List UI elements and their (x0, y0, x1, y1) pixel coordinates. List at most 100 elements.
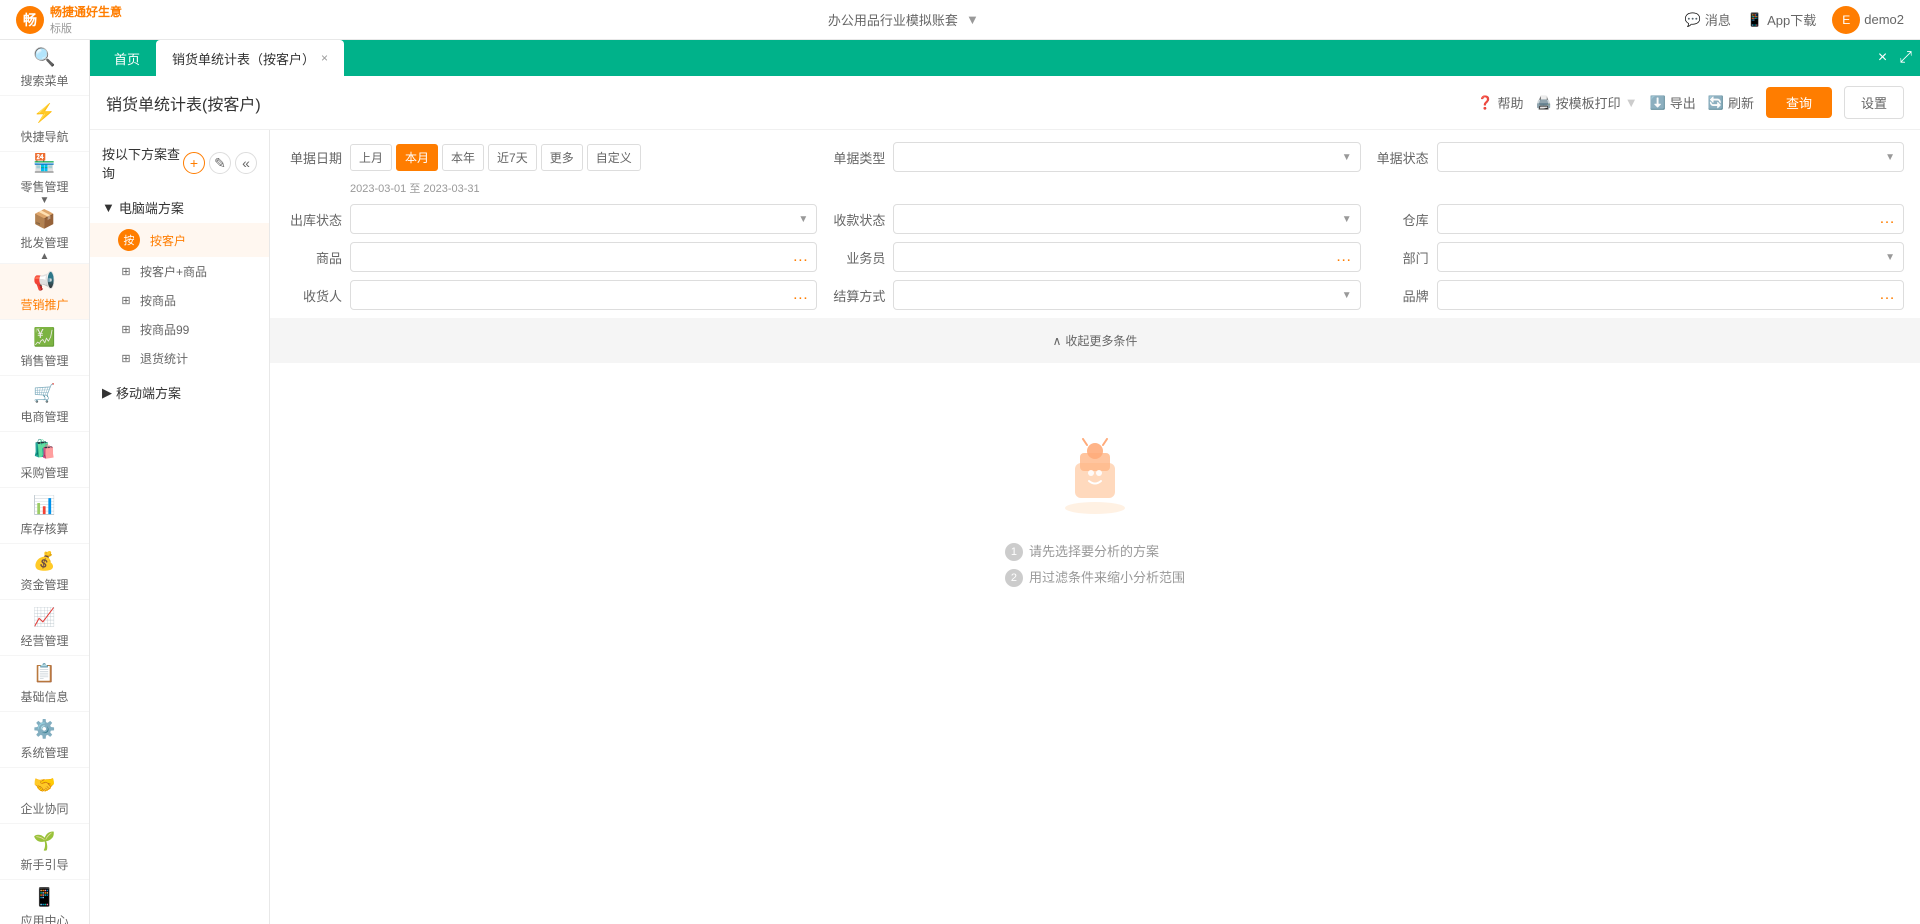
bill-status-select[interactable]: ▼ (1437, 142, 1904, 172)
sidebar-item-basic[interactable]: 📋 基础信息 (0, 656, 89, 712)
date-this-month[interactable]: 本月 (396, 144, 438, 171)
logo-text: 畅捷通好生意 标版 (50, 3, 122, 36)
sidebar-item-marketing[interactable]: 📢 营销推广 (0, 264, 89, 320)
sidebar-item-wholesale[interactable]: 📦 批发管理 ▲ (0, 208, 89, 264)
product-dots[interactable]: … (792, 248, 808, 266)
avatar: E (1832, 6, 1860, 34)
logo-icon: 畅 (16, 6, 44, 34)
sidebar-item-finance[interactable]: 💰 资金管理 (0, 544, 89, 600)
sidebar-item-operation[interactable]: 📈 经营管理 (0, 600, 89, 656)
filter-warehouse: 仓库 … (1373, 204, 1904, 234)
logo-area: 畅 畅捷通好生意 标版 (16, 3, 122, 36)
filter-bill-status: 单据状态 ▼ (1373, 142, 1904, 172)
date-last-month[interactable]: 上月 (350, 144, 392, 171)
help-icon: ❓ (1477, 95, 1493, 111)
tab-active[interactable]: 销货单统计表（按客户） × (156, 40, 344, 76)
refresh-button[interactable]: 🔄 刷新 (1708, 93, 1754, 112)
date-custom[interactable]: 自定义 (587, 144, 641, 171)
industry-arrow[interactable]: ▼ (966, 12, 979, 27)
industry-label: 办公用品行业模拟账套 (828, 10, 958, 29)
empty-illustration (1045, 423, 1145, 523)
sidebar-item-inventory[interactable]: 📊 库存核算 (0, 488, 89, 544)
scheme-group-mobile-header[interactable]: ▶ 移动端方案 (90, 377, 269, 408)
scheme-item-icon: ⊞ (118, 322, 134, 338)
receiver-dots[interactable]: … (792, 286, 808, 304)
sidebar-item-appcenter[interactable]: 📱 应用中心 (0, 880, 89, 924)
sidebar-item-retail[interactable]: 🏪 零售管理 ▼ (0, 152, 89, 208)
bill-type-select[interactable]: ▼ (893, 142, 1360, 172)
scheme-add-button[interactable]: + (183, 152, 205, 174)
system-icon: ⚙️ (33, 719, 55, 740)
warehouse-label: 仓库 (1373, 210, 1429, 229)
sidebar-item-ecommerce[interactable]: 🛒 电商管理 (0, 376, 89, 432)
scheme-group-desktop-header[interactable]: ▼ 电脑端方案 (90, 192, 269, 223)
scheme-item-icon: ⊞ (118, 293, 134, 309)
quicknav-icon: ⚡ (33, 103, 55, 124)
collapse-button[interactable]: ∧ 收起更多条件 (276, 324, 1914, 357)
brand-select[interactable]: … (1437, 280, 1904, 310)
settings-button[interactable]: 设置 (1844, 86, 1904, 119)
brand-label: 品牌 (1373, 286, 1429, 305)
filter-product: 商品 … (286, 242, 817, 272)
window-close-icon[interactable]: × (1878, 49, 1887, 67)
filter-dept: 部门 ▼ (1373, 242, 1904, 272)
payment-select[interactable]: ▼ (893, 280, 1360, 310)
date-more[interactable]: 更多 (541, 144, 583, 171)
sidebar-item-enterprise[interactable]: 🤝 企业协同 (0, 768, 89, 824)
scheme-item-by-product[interactable]: ⊞ 按商品 (90, 286, 269, 315)
warehouse-dots[interactable]: … (1879, 210, 1895, 228)
user-menu[interactable]: E demo2 (1832, 6, 1904, 34)
topbar-center: 办公用品行业模拟账套 ▼ (828, 10, 979, 29)
out-status-select[interactable]: ▼ (350, 204, 817, 234)
scheme-item-by-customer-product[interactable]: ⊞ 按客户+商品 (90, 257, 269, 286)
warehouse-select[interactable]: … (1437, 204, 1904, 234)
scheme-collapse-button[interactable]: « (235, 152, 257, 174)
receipt-status-label: 收款状态 (829, 210, 885, 229)
scheme-edit-button[interactable]: ✎ (209, 152, 231, 174)
receiver-label: 收货人 (286, 286, 342, 305)
scheme-item-icon: ⊞ (118, 264, 134, 280)
group-arrow-icon: ▼ (102, 200, 115, 215)
sidebar-item-sales[interactable]: 💹 销售管理 (0, 320, 89, 376)
date-this-year[interactable]: 本年 (442, 144, 484, 171)
bill-status-label: 单据状态 (1373, 148, 1429, 167)
sidebar-item-search[interactable]: 🔍 搜索菜单 (0, 40, 89, 96)
dept-label: 部门 (1373, 248, 1429, 267)
sidebar: 🔍 搜索菜单 ⚡ 快捷导航 🏪 零售管理 ▼ 📦 批发管理 ▲ 📢 营销推广 💹… (0, 40, 90, 924)
product-select[interactable]: … (350, 242, 817, 272)
page-actions: ❓ 帮助 🖨️ 按模板打印 ▼ ⬇️ 导出 🔄 刷新 查询 设置 (1477, 86, 1904, 119)
topbar: 畅 畅捷通好生意 标版 办公用品行业模拟账套 ▼ 💬 消息 📱 App下载 E … (0, 0, 1920, 40)
sidebar-item-quicknav[interactable]: ⚡ 快捷导航 (0, 96, 89, 152)
dept-select[interactable]: ▼ (1437, 242, 1904, 272)
message-button[interactable]: 💬 消息 (1685, 10, 1731, 29)
help-button[interactable]: ❓ 帮助 (1477, 93, 1523, 112)
receipt-status-select[interactable]: ▼ (893, 204, 1360, 234)
tip-num-2: 2 (1005, 569, 1023, 587)
window-max-icon[interactable]: ⤢ (1899, 49, 1912, 67)
sidebar-item-system[interactable]: ⚙️ 系统管理 (0, 712, 89, 768)
filter-brand: 品牌 … (1373, 280, 1904, 310)
print-button[interactable]: 🖨️ 按模板打印 ▼ (1535, 93, 1637, 112)
receiver-select[interactable]: … (350, 280, 817, 310)
query-button[interactable]: 查询 (1766, 87, 1832, 118)
scheme-item-return-stats[interactable]: ⊞ 退货统计 (90, 344, 269, 373)
date-last-7[interactable]: 近7天 (488, 144, 537, 171)
export-button[interactable]: ⬇️ 导出 (1650, 93, 1696, 112)
topbar-right: 💬 消息 📱 App下载 E demo2 (1685, 6, 1904, 34)
tab-close-icon[interactable]: × (321, 51, 328, 65)
sidebar-item-newbie[interactable]: 🌱 新手引导 (0, 824, 89, 880)
app-download-button[interactable]: 📱 App下载 (1747, 10, 1816, 29)
brand-dots[interactable]: … (1879, 286, 1895, 304)
scheme-item-by-product-99[interactable]: ⊞ 按商品99 (90, 315, 269, 344)
sidebar-item-purchase[interactable]: 🛍️ 采购管理 (0, 432, 89, 488)
tab-home[interactable]: 首页 (98, 40, 156, 76)
scheme-item-by-customer[interactable]: 按 按客户 (90, 223, 269, 257)
salesperson-select[interactable]: … (893, 242, 1360, 272)
tab-window-controls: × ⤢ (1878, 49, 1912, 67)
refresh-icon: 🔄 (1708, 95, 1724, 111)
salesperson-dots[interactable]: … (1336, 248, 1352, 266)
inventory-icon: 📊 (33, 495, 55, 516)
dept-arrow-icon: ▼ (1885, 252, 1895, 263)
message-icon: 💬 (1685, 12, 1701, 28)
empty-tips: 1 请先选择要分析的方案 2 用过滤条件来缩小分析范围 (1005, 539, 1185, 591)
